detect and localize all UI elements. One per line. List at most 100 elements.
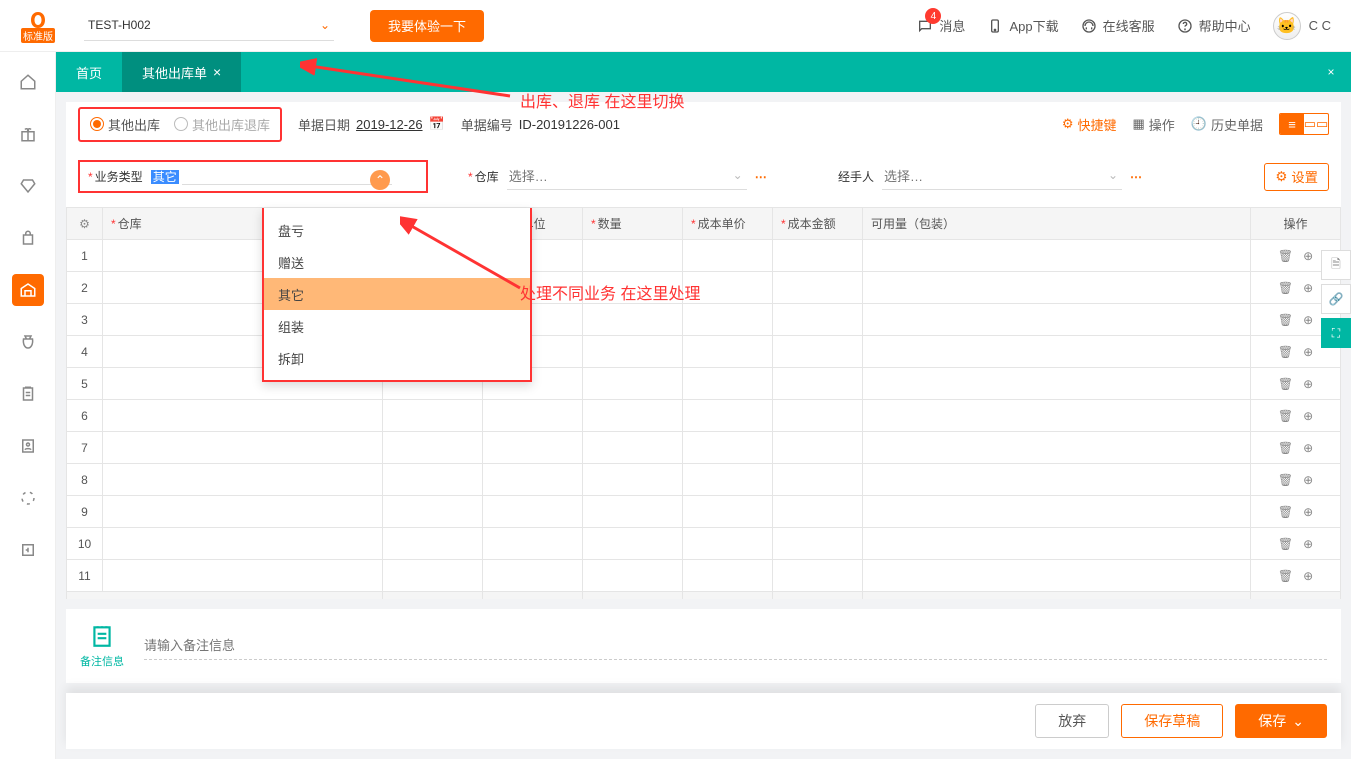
delete-row-icon[interactable]: 🗑 <box>1278 473 1293 487</box>
warehouse-input[interactable] <box>507 164 747 190</box>
org-name: TEST-H002 <box>88 18 151 32</box>
settings-button[interactable]: ⚙ 设置 <box>1264 163 1329 191</box>
discard-button[interactable]: 放弃 <box>1035 704 1109 738</box>
close-icon[interactable]: × <box>213 64 221 80</box>
shortcut-link[interactable]: ⚙ 快捷键 <box>1062 115 1117 134</box>
save-draft-button[interactable]: 保存草稿 <box>1121 704 1223 738</box>
nav-warehouse-icon[interactable] <box>12 274 44 306</box>
nav-bag-icon[interactable] <box>12 222 44 254</box>
nav-diamond-icon[interactable] <box>12 170 44 202</box>
nav-contacts-icon[interactable] <box>12 430 44 462</box>
doc-date-field[interactable]: 单据日期 2019-12-26 📅 <box>298 115 445 134</box>
delete-row-icon[interactable]: 🗑 <box>1278 377 1293 391</box>
table-row[interactable]: 6🗑⊕ <box>67 400 1341 432</box>
biztype-field-box: *业务类型 其它 ⌃ 盘亏赠送其它组装拆卸 <box>78 160 428 193</box>
save-button[interactable]: 保存⌄ <box>1235 704 1327 738</box>
delete-row-icon[interactable]: 🗑 <box>1278 249 1293 263</box>
add-row-icon[interactable]: ⊕ <box>1303 505 1313 519</box>
org-select[interactable]: TEST-H002 ⌄ <box>84 11 334 41</box>
biztype-option[interactable]: 赠送 <box>264 246 530 278</box>
col-price: *成本单价 <box>683 208 773 240</box>
table-row[interactable]: 1🗑⊕ <box>67 240 1341 272</box>
add-row-icon[interactable]: ⊕ <box>1303 537 1313 551</box>
nav-home-icon[interactable] <box>12 66 44 98</box>
history-link[interactable]: 🕘 历史单据 <box>1191 115 1263 134</box>
table-row[interactable]: 8🗑⊕ <box>67 464 1341 496</box>
table-row[interactable]: 7🗑⊕ <box>67 432 1341 464</box>
col-ops: 操作 <box>1251 208 1341 240</box>
table-row[interactable]: 3🗑⊕ <box>67 304 1341 336</box>
remark-section: 备注信息 <box>66 609 1341 683</box>
nav-gift-icon[interactable] <box>12 118 44 150</box>
radio-outbound[interactable]: 其他出库 <box>90 115 160 134</box>
rail-expand-icon[interactable]: ⛶ <box>1321 318 1351 348</box>
delete-row-icon[interactable]: 🗑 <box>1278 281 1293 295</box>
ops-link[interactable]: ▦ 操作 <box>1132 115 1174 134</box>
chevron-down-icon: ⌄ <box>1292 713 1304 730</box>
avatar[interactable]: 🐱 <box>1273 12 1301 40</box>
remark-input[interactable] <box>144 632 1327 660</box>
biztype-option[interactable]: 组装 <box>264 310 530 342</box>
doc-form-row: *业务类型 其它 ⌃ 盘亏赠送其它组装拆卸 *仓库 ⌄ <box>66 146 1341 207</box>
add-row-icon[interactable]: ⊕ <box>1303 249 1313 263</box>
delete-row-icon[interactable]: 🗑 <box>1278 409 1293 423</box>
messages-link[interactable]: 4 消息 <box>917 16 965 35</box>
list-view-icon[interactable]: ≡ <box>1280 114 1304 134</box>
user-name[interactable]: C C <box>1309 18 1331 33</box>
nav-clipboard-icon[interactable] <box>12 378 44 410</box>
remark-icon: 备注信息 <box>80 623 124 669</box>
biztype-option[interactable]: 盘亏 <box>264 214 530 246</box>
delete-row-icon[interactable]: 🗑 <box>1278 569 1293 583</box>
add-row-icon[interactable]: ⊕ <box>1303 569 1313 583</box>
add-row-icon[interactable]: ⊕ <box>1303 313 1313 327</box>
radio-outbound-return[interactable]: 其他出库退库 <box>174 115 270 134</box>
column-settings-icon[interactable]: ⚙ <box>67 208 103 240</box>
right-rail: 🗎 🔗 ⛶ <box>1321 250 1351 348</box>
help-link[interactable]: 帮助中心 <box>1177 16 1251 35</box>
add-row-icon[interactable]: ⊕ <box>1303 441 1313 455</box>
add-row-icon[interactable]: ⊕ <box>1303 377 1313 391</box>
add-row-icon[interactable]: ⊕ <box>1303 473 1313 487</box>
biztype-option[interactable]: 其它 <box>264 278 530 310</box>
table-row[interactable]: 5🗑⊕ <box>67 368 1341 400</box>
table-row[interactable]: 2🗑⊕ <box>67 272 1341 304</box>
delete-row-icon[interactable]: 🗑 <box>1278 505 1293 519</box>
delete-row-icon[interactable]: 🗑 <box>1278 537 1293 551</box>
view-toggle[interactable]: ≡▭▭ <box>1279 113 1329 135</box>
warehouse-more-icon[interactable]: ⋯ <box>755 170 768 184</box>
handler-more-icon[interactable]: ⋯ <box>1130 170 1143 184</box>
trial-button[interactable]: 我要体验一下 <box>370 10 484 42</box>
rail-note-icon[interactable]: 🗎 <box>1321 250 1351 280</box>
add-row-icon[interactable]: ⊕ <box>1303 409 1313 423</box>
add-row-icon[interactable]: ⊕ <box>1303 345 1313 359</box>
add-row-icon[interactable]: ⊕ <box>1303 281 1313 295</box>
biztype-field: *业务类型 其它 ⌃ <box>88 168 418 185</box>
nav-moneybag-icon[interactable] <box>12 326 44 358</box>
handler-input[interactable] <box>882 164 1122 190</box>
tab-home[interactable]: 首页 <box>56 52 122 92</box>
app-download-link[interactable]: App下载 <box>987 16 1058 35</box>
table-row[interactable]: 11🗑⊕ <box>67 560 1341 592</box>
doc-toolbar: 其他出库 其他出库退库 单据日期 2019-12-26 📅 单据编号 ID-20… <box>66 102 1341 146</box>
biztype-value[interactable]: 其它 <box>151 170 179 184</box>
close-all-tabs[interactable]: × <box>1311 52 1351 92</box>
nav-new-icon[interactable] <box>12 534 44 566</box>
tab-other-outbound[interactable]: 其他出库单 × <box>122 52 241 92</box>
chevron-down-icon: ⌄ <box>320 18 330 32</box>
delete-row-icon[interactable]: 🗑 <box>1278 441 1293 455</box>
calendar-icon[interactable]: 📅 <box>429 116 445 132</box>
support-link[interactable]: 在线客服 <box>1081 16 1155 35</box>
table-header-row: ⚙ *仓库 号 *库存单位 *数量 *成本单价 *成本金额 可用量（包装） 操作 <box>67 208 1341 240</box>
chevron-up-icon[interactable]: ⌃ <box>370 170 390 190</box>
grid-view-icon[interactable]: ▭▭ <box>1304 114 1328 134</box>
chevron-down-icon[interactable]: ⌄ <box>733 168 743 182</box>
biztype-option[interactable]: 拆卸 <box>264 342 530 374</box>
table-row[interactable]: 4🗑⊕ <box>67 336 1341 368</box>
nav-cycle-icon[interactable] <box>12 482 44 514</box>
rail-link-icon[interactable]: 🔗 <box>1321 284 1351 314</box>
delete-row-icon[interactable]: 🗑 <box>1278 313 1293 327</box>
table-row[interactable]: 10🗑⊕ <box>67 528 1341 560</box>
delete-row-icon[interactable]: 🗑 <box>1278 345 1293 359</box>
table-row[interactable]: 9🗑⊕ <box>67 496 1341 528</box>
chevron-down-icon[interactable]: ⌄ <box>1108 168 1118 182</box>
